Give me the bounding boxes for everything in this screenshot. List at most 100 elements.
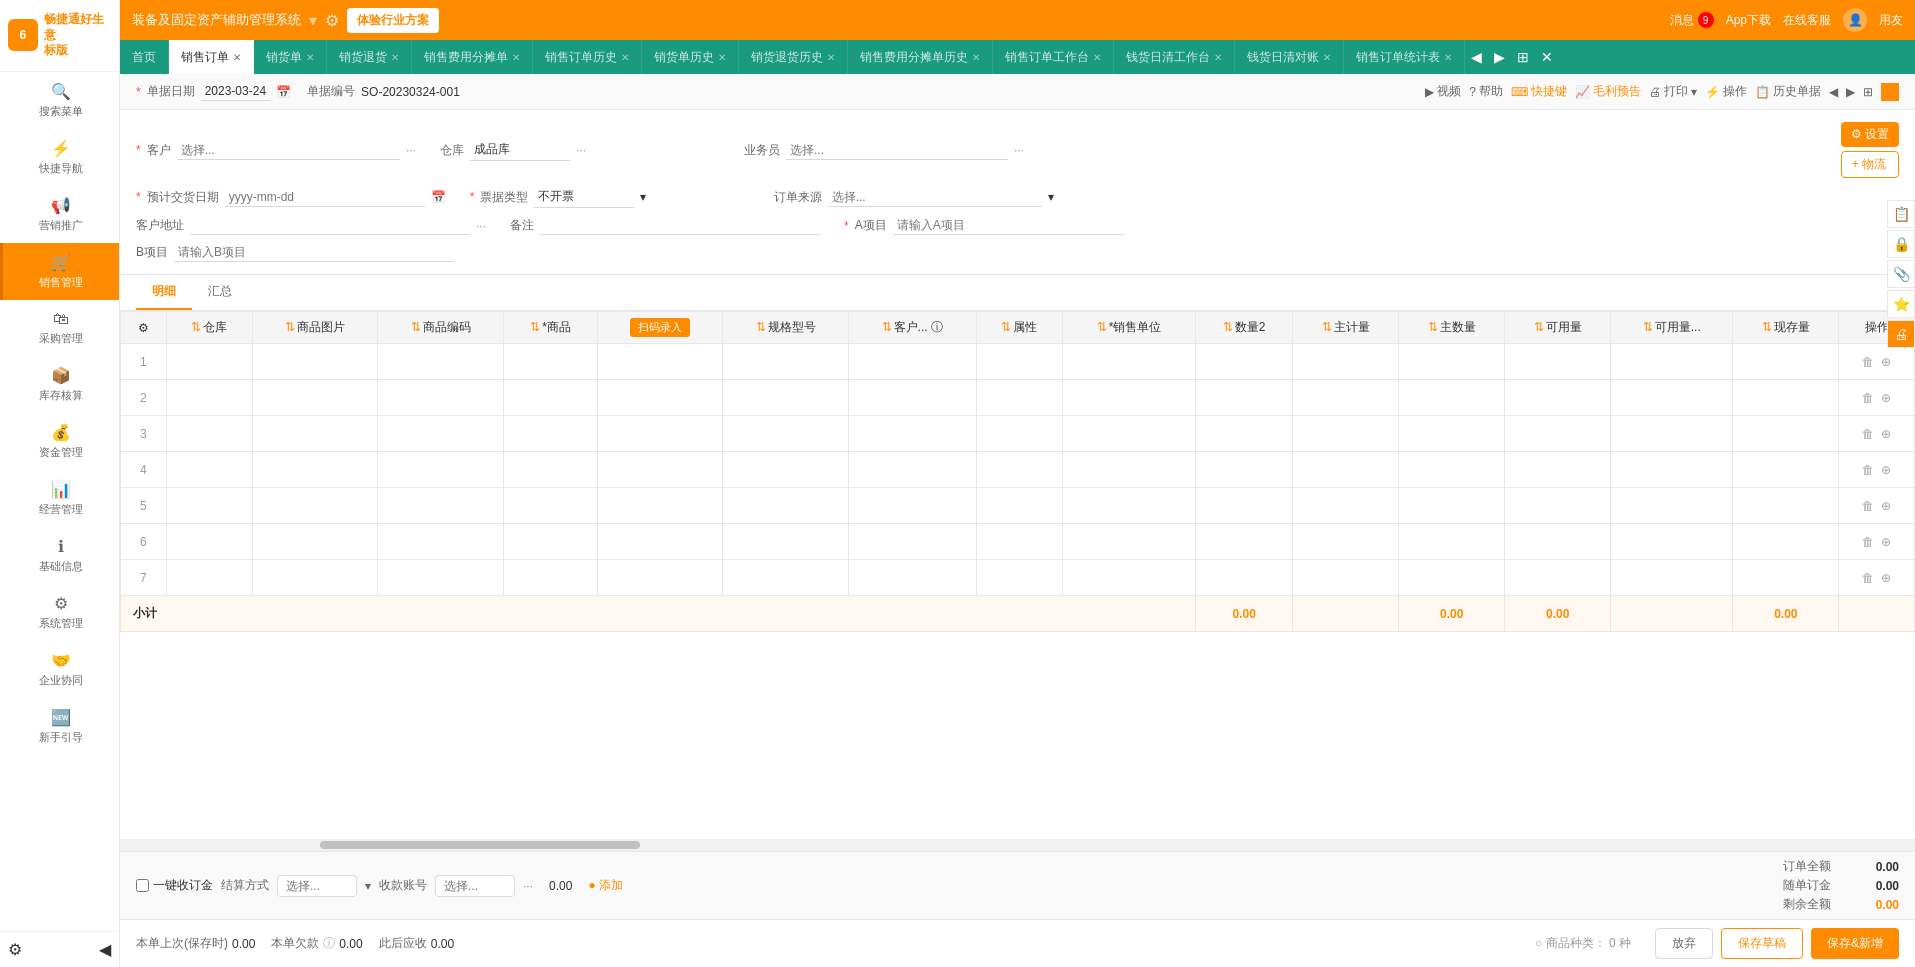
sidebar-item-1[interactable]: ⚡快捷导航 [0,129,119,186]
delete-icon-5[interactable]: 🗑 [1862,535,1874,549]
date-value[interactable]: 2023-03-24 [201,82,270,101]
row-unit-2[interactable] [1062,416,1195,452]
col-unit[interactable]: ⇅*销售单位 [1062,312,1195,344]
tab-item-7[interactable]: 销货退货历史✕ [739,40,848,74]
account-more-dots[interactable]: ··· [523,879,533,893]
table-scrollbar[interactable] [120,839,1915,851]
warehouse-more-dots[interactable]: ··· [576,143,586,157]
scan-button[interactable]: 扫码录入 [630,318,690,337]
col-qty2[interactable]: ⇅数量2 [1196,312,1293,344]
delivery-input[interactable] [225,188,425,207]
tab-item-6[interactable]: 销货单历史✕ [642,40,739,74]
save-draft-button[interactable]: 保存草稿 [1721,928,1803,959]
tab-close-5[interactable]: ✕ [621,52,629,63]
col-main-unit[interactable]: ⇅主计量 [1293,312,1399,344]
history-btn[interactable]: 📋 历史单据 [1755,83,1821,100]
copy-icon-5[interactable]: ⊕ [1881,535,1891,549]
row-product-3[interactable] [503,452,597,488]
row-unit-3[interactable] [1062,452,1195,488]
row-attr-6[interactable] [976,560,1062,596]
tab-close-12[interactable]: ✕ [1444,52,1452,63]
tab-item-9[interactable]: 销售订单工作台✕ [993,40,1114,74]
address-input[interactable] [190,216,470,235]
customer-input[interactable] [177,141,400,160]
row-attr-5[interactable] [976,524,1062,560]
col-spec[interactable]: ⇅规格型号 [723,312,848,344]
grid-view-btn[interactable]: ⊞ [1863,85,1873,99]
col-product[interactable]: ⇅*商品 [503,312,597,344]
tab-item-10[interactable]: 钱货日清工作台✕ [1114,40,1235,74]
sidebar-item-6[interactable]: 💰资金管理 [0,413,119,470]
delete-icon-0[interactable]: 🗑 [1862,355,1874,369]
one-click-checkbox[interactable] [136,879,149,892]
row-warehouse-0[interactable] [166,344,252,380]
salesperson-more-dots[interactable]: ··· [1014,143,1024,157]
col-sku[interactable]: ⇅商品编码 [378,312,503,344]
set-button[interactable]: ⚙ 设置 [1841,122,1899,147]
tab-close-3[interactable]: ✕ [391,52,399,63]
row-spec-4[interactable] [723,488,848,524]
tab-item-11[interactable]: 钱货日清对账✕ [1235,40,1344,74]
row-warehouse-2[interactable] [166,416,252,452]
row-customer-code-5[interactable] [848,524,976,560]
nav-prev-btn[interactable]: ◀ [1829,85,1838,99]
row-warehouse-1[interactable] [166,380,252,416]
col-stock[interactable]: ⇅现存量 [1733,312,1839,344]
row-unit-0[interactable] [1062,344,1195,380]
tab-item-4[interactable]: 销售费用分摊单✕ [412,40,533,74]
note-input[interactable] [540,216,820,235]
delete-icon-1[interactable]: 🗑 [1862,391,1874,405]
col-image[interactable]: ⇅商品图片 [253,312,378,344]
add-logistics-button[interactable]: + 物流 [1841,151,1899,178]
row-spec-3[interactable] [723,452,848,488]
copy-icon-4[interactable]: ⊕ [1881,499,1891,513]
row-main-qty-0[interactable] [1399,344,1505,380]
col-attr[interactable]: ⇅属性 [976,312,1062,344]
copy-icon-0[interactable]: ⊕ [1881,355,1891,369]
row-customer-code-2[interactable] [848,416,976,452]
sidebar-item-10[interactable]: 🤝企业协同 [0,641,119,698]
tab-item-8[interactable]: 销售费用分摊单历史✕ [848,40,993,74]
row-qty2-4[interactable] [1196,488,1293,524]
float-star-btn[interactable]: ⭐ [1887,290,1915,318]
float-print-btn[interactable]: 🖨 [1887,320,1915,348]
row-sku-5[interactable] [378,524,503,560]
row-attr-1[interactable] [976,380,1062,416]
row-qty2-2[interactable] [1196,416,1293,452]
tab-item-3[interactable]: 销货退货✕ [327,40,412,74]
help-btn[interactable]: ? 帮助 [1469,83,1503,100]
sidebar-item-4[interactable]: 🛍采购管理 [0,300,119,356]
date-picker-icon[interactable]: 📅 [276,85,291,99]
tab-item-2[interactable]: 销货单✕ [254,40,327,74]
row-unit-5[interactable] [1062,524,1195,560]
address-more-dots[interactable]: ··· [476,219,486,233]
tab-close-8[interactable]: ✕ [972,52,980,63]
row-main-qty-3[interactable] [1399,452,1505,488]
row-main-qty-4[interactable] [1399,488,1505,524]
row-main-qty-5[interactable] [1399,524,1505,560]
col-main-qty[interactable]: ⇅主数量 [1399,312,1505,344]
row-qty2-6[interactable] [1196,560,1293,596]
row-qty2-5[interactable] [1196,524,1293,560]
row-spec-5[interactable] [723,524,848,560]
industry-button[interactable]: 体验行业方案 [347,8,439,33]
tab-close-10[interactable]: ✕ [1214,52,1222,63]
row-product-5[interactable] [503,524,597,560]
row-customer-code-1[interactable] [848,380,976,416]
tab-close-9[interactable]: ✕ [1093,52,1101,63]
row-sku-4[interactable] [378,488,503,524]
tab-summary[interactable]: 汇总 [192,275,248,310]
float-attachment-btn[interactable]: 📎 [1887,260,1915,288]
operation-btn[interactable]: ⚡ 操作 [1705,83,1747,100]
dropdown-icon[interactable]: ▾ [309,11,317,30]
sidebar-item-7[interactable]: 📊经营管理 [0,470,119,527]
row-customer-code-4[interactable] [848,488,976,524]
tab-close-1[interactable]: ✕ [233,52,241,63]
row-attr-2[interactable] [976,416,1062,452]
invoice-value[interactable]: 不开票 [534,186,634,208]
col-scan[interactable]: 扫码录入 [597,312,722,344]
notification-area[interactable]: 消息 9 [1670,12,1713,29]
row-spec-1[interactable] [723,380,848,416]
tab-close-btn[interactable]: ✕ [1535,49,1559,65]
print-btn[interactable]: 🖨 打印 ▾ [1649,83,1697,100]
